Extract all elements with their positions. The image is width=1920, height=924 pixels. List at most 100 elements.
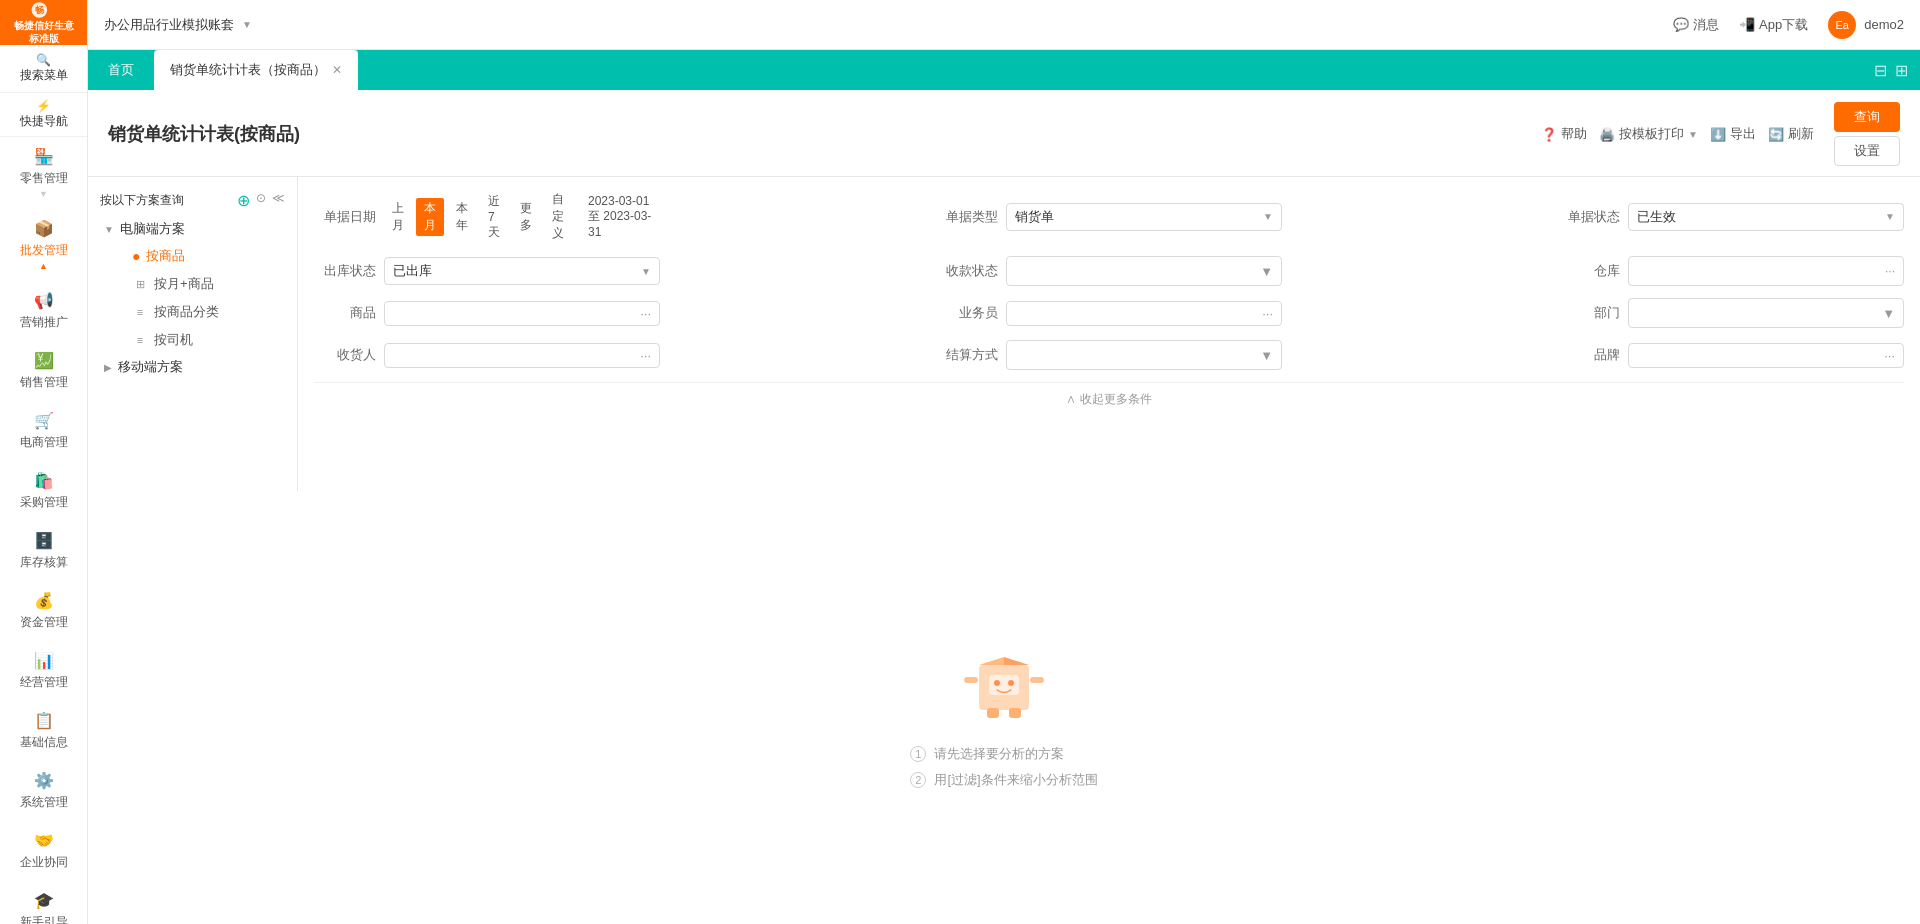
out-status-arrow-icon: ▼ <box>641 266 651 277</box>
brand-dots-icon: ··· <box>1884 348 1895 363</box>
tip-row-2: 2 用[过滤]条件来缩小分析范围 <box>910 771 1097 789</box>
user-area[interactable]: Ea demo2 <box>1828 11 1904 39</box>
tabbar: 首页 销货单统计计表（按商品） ✕ ⊟ ⊞ <box>88 50 1920 90</box>
date-tab-lastmonth[interactable]: 上月 <box>384 198 412 236</box>
sidebar-item-inventory[interactable]: 🗄️ 库存核算 <box>0 521 87 581</box>
date-range-display: 2023-03-01 至 2023-03-31 <box>588 194 660 239</box>
svg-rect-9 <box>1009 708 1021 718</box>
sidebar-item-finance[interactable]: 💰 资金管理 <box>0 581 87 641</box>
sidebar-item-newbie[interactable]: 🎓 新手引导 <box>0 881 87 924</box>
workspace-dropdown-icon[interactable]: ▼ <box>242 19 252 30</box>
tree-group-mobile[interactable]: ▶ 移动端方案 <box>88 354 297 380</box>
tree-collapse-icon: ▶ <box>104 362 112 373</box>
out-status-select[interactable]: 已出库 ▼ <box>384 257 660 285</box>
sidebar-item-wholesale[interactable]: 📦 批发管理 ▲ <box>0 209 87 281</box>
add-scheme-icon[interactable]: ⊕ <box>237 191 250 210</box>
doc-status-select[interactable]: 已生效 ▼ <box>1628 203 1904 231</box>
salesman-input[interactable]: ··· <box>1006 301 1282 326</box>
tab-minimize-icon[interactable]: ⊟ <box>1874 61 1887 80</box>
date-tab-7days[interactable]: 近7天 <box>480 191 508 243</box>
app-logo[interactable]: 畅 畅捷信好生意 标准版 <box>0 0 87 45</box>
settle-arrow-icon: ▼ <box>1260 348 1273 363</box>
date-tab-thismonth[interactable]: 本月 <box>416 198 444 236</box>
refresh-button[interactable]: 🔄 刷新 <box>1768 125 1814 143</box>
goods-dots-icon: ··· <box>640 306 651 321</box>
sidebar-item-operations[interactable]: 📊 经营管理 <box>0 641 87 701</box>
tree-mobile-label: 移动端方案 <box>118 358 183 376</box>
brand-label: 品牌 <box>1558 346 1628 364</box>
sidebar-item-marketing[interactable]: 📢 营销推广 <box>0 281 87 341</box>
tree-item-by-month-goods[interactable]: ⊞ 按月+商品 <box>104 270 297 298</box>
edit-scheme-icon[interactable]: ⊙ <box>256 191 266 210</box>
doc-status-label: 单据状态 <box>1558 208 1628 226</box>
tree-group-desktop[interactable]: ▼ 电脑端方案 <box>88 216 297 242</box>
settle-select[interactable]: ▼ <box>1006 340 1282 370</box>
tree-item-by-driver[interactable]: ≡ 按司机 <box>104 326 297 354</box>
goods-input[interactable]: ··· <box>384 301 660 326</box>
sidebar-search[interactable]: 🔍 搜索菜单 <box>0 45 87 93</box>
help-icon: ❓ <box>1541 127 1557 142</box>
empty-tips: 1 请先选择要分析的方案 2 用[过滤]条件来缩小分析范围 <box>910 745 1097 789</box>
export-icon: ⬇️ <box>1710 127 1726 142</box>
recipient-dots-icon: ··· <box>640 348 651 363</box>
left-panel-header: 按以下方案查询 ⊕ ⊙ ≪ <box>88 185 297 216</box>
date-tab-thisyear[interactable]: 本年 <box>448 198 476 236</box>
sidebar-item-enterprise[interactable]: 🤝 企业协同 <box>0 821 87 881</box>
brand-input[interactable]: ··· <box>1628 343 1904 368</box>
svg-rect-8 <box>987 708 999 718</box>
left-panel: 按以下方案查询 ⊕ ⊙ ≪ ▼ 电脑端方案 ● 按商品 <box>88 177 298 491</box>
recipient-label: 收货人 <box>314 346 384 364</box>
table-icon: ≡ <box>132 304 148 320</box>
date-tabs: 上月 本月 本年 近7天 更多 自定义 <box>384 189 572 244</box>
recipient-input[interactable]: ··· <box>384 343 660 368</box>
sidebar-item-sales[interactable]: 💹 销售管理 <box>0 341 87 401</box>
tree-item-by-goods[interactable]: ● 按商品 <box>104 242 297 270</box>
collapse-conditions-bar[interactable]: ∧ 收起更多条件 <box>314 382 1904 412</box>
query-button[interactable]: 查询 <box>1834 102 1900 132</box>
active-dot-icon: ● <box>132 248 140 264</box>
topbar-left: 办公用品行业模拟账套 ▼ <box>104 16 252 34</box>
warehouse-dots-icon: ··· <box>1885 264 1895 278</box>
sidebar-item-system[interactable]: ⚙️ 系统管理 <box>0 761 87 821</box>
main-layout: 按以下方案查询 ⊕ ⊙ ≪ ▼ 电脑端方案 ● 按商品 <box>88 177 1920 491</box>
app-download-button[interactable]: 📲 App下载 <box>1739 16 1808 34</box>
sidebar-quicknav[interactable]: ⚡ 快捷导航 <box>0 93 87 137</box>
tab-home[interactable]: 首页 <box>88 50 154 90</box>
sidebar-item-ecommerce[interactable]: 🛒 电商管理 <box>0 401 87 461</box>
settings-button[interactable]: 设置 <box>1834 136 1900 166</box>
warehouse-label: 仓库 <box>1558 262 1628 280</box>
tab-active[interactable]: 销货单统计计表（按商品） ✕ <box>154 50 358 90</box>
help-button[interactable]: ❓ 帮助 <box>1541 125 1587 143</box>
collect-status-select[interactable]: ▼ <box>1006 256 1282 286</box>
collapse-panel-icon[interactable]: ≪ <box>272 191 285 210</box>
tip-text-1: 请先选择要分析的方案 <box>934 745 1064 763</box>
page-title-row: 销货单统计计表(按商品) ❓ 帮助 🖨️ 按模板打印 ▼ ⬇️ 导出 <box>108 102 1900 176</box>
date-tab-custom[interactable]: 自定义 <box>544 189 572 244</box>
doc-type-label: 单据类型 <box>936 208 1006 226</box>
salesman-dots-icon: ··· <box>1262 306 1273 321</box>
grid-icon: ⊞ <box>132 276 148 292</box>
tab-maximize-icon[interactable]: ⊞ <box>1895 61 1908 80</box>
left-panel-icons: ⊕ ⊙ ≪ <box>237 191 285 210</box>
warehouse-input[interactable]: ··· <box>1628 256 1904 286</box>
sidebar-item-retail[interactable]: 🏪 零售管理 ▼ <box>0 137 87 209</box>
avatar: Ea <box>1828 11 1856 39</box>
message-button[interactable]: 💬 消息 <box>1673 16 1719 34</box>
svg-rect-7 <box>1030 677 1044 683</box>
sidebar-item-basics[interactable]: 📋 基础信息 <box>0 701 87 761</box>
doc-type-select[interactable]: 销货单 ▼ <box>1006 203 1282 231</box>
svg-text:畅: 畅 <box>34 5 43 15</box>
empty-state: 1 请先选择要分析的方案 2 用[过滤]条件来缩小分析范围 <box>88 491 1920 925</box>
left-panel-title: 按以下方案查询 <box>100 192 184 209</box>
refresh-icon: 🔄 <box>1768 127 1784 142</box>
print-button[interactable]: 🖨️ 按模板打印 ▼ <box>1599 125 1698 143</box>
content-area: 销货单统计计表(按商品) ❓ 帮助 🖨️ 按模板打印 ▼ ⬇️ 导出 <box>88 90 1920 924</box>
dept-select[interactable]: ▼ <box>1628 298 1904 328</box>
tab-close-icon[interactable]: ✕ <box>332 63 342 77</box>
date-tab-more[interactable]: 更多 <box>512 198 540 236</box>
sidebar-item-purchase[interactable]: 🛍️ 采购管理 <box>0 461 87 521</box>
tree-item-by-category[interactable]: ≡ 按商品分类 <box>104 298 297 326</box>
empty-illustration <box>954 625 1054 725</box>
tip-text-2: 用[过滤]条件来缩小分析范围 <box>934 771 1097 789</box>
export-button[interactable]: ⬇️ 导出 <box>1710 125 1756 143</box>
